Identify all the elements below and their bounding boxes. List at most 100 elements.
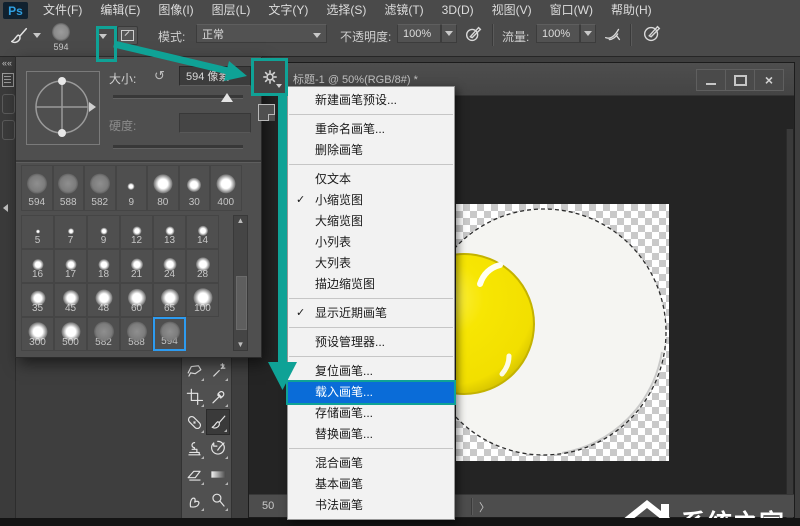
scroll-up-icon[interactable]: ▲ <box>234 216 247 226</box>
tool-preset-chevron-icon[interactable] <box>33 33 41 38</box>
brush-grid-scrollbar[interactable]: ▲ ▼ <box>233 215 248 351</box>
flyout-menu-item[interactable]: ✓ 显示近期画笔 <box>288 303 454 324</box>
maximize-button[interactable] <box>725 70 754 90</box>
brush-tool[interactable] <box>206 409 230 435</box>
gradient-tool[interactable] <box>206 461 230 487</box>
airbrush-icon[interactable] <box>602 23 624 45</box>
collapse-panels-icon[interactable]: «« <box>2 58 12 68</box>
flyout-menu-item[interactable]: 仅文本 <box>288 169 454 190</box>
menubar-item[interactable]: 图像(I) <box>149 0 202 21</box>
close-button[interactable]: × <box>754 70 783 90</box>
brush-preset[interactable]: 12 <box>120 215 153 249</box>
brush-preset[interactable]: 588 <box>52 165 84 211</box>
brush-preset[interactable]: 45 <box>54 283 87 317</box>
flyout-menu-item[interactable]: 复位画笔... <box>288 361 454 382</box>
menubar-item[interactable]: 选择(S) <box>317 0 375 21</box>
menubar-item[interactable]: 文字(Y) <box>259 0 317 21</box>
brush-preset[interactable]: 60 <box>120 283 153 317</box>
brush-preset[interactable]: 24 <box>153 249 186 283</box>
opacity-dropdown-button[interactable] <box>441 24 457 43</box>
flyout-menu-item[interactable]: ✓ 小缩览图 <box>288 190 454 211</box>
brush-preset[interactable]: 588 <box>120 317 153 351</box>
eraser-tool[interactable] <box>182 461 206 487</box>
brush-panel-menu-button[interactable] <box>251 58 288 96</box>
brush-preset[interactable]: 400 <box>210 165 242 211</box>
reset-size-icon[interactable]: ↺ <box>154 68 165 84</box>
scroll-down-icon[interactable]: ▼ <box>234 340 247 350</box>
scrollbar-thumb[interactable] <box>236 276 247 330</box>
opacity-input[interactable]: 100% <box>397 24 441 43</box>
flyout-menu-item[interactable]: 删除画笔 <box>288 140 454 161</box>
hardness-input[interactable] <box>179 113 251 133</box>
flyout-menu-item[interactable]: 替换画笔... <box>288 424 454 445</box>
pressure-opacity-icon[interactable] <box>463 23 485 45</box>
image-canvas[interactable] <box>393 204 669 461</box>
flyout-menu-item[interactable]: 大缩览图 <box>288 211 454 232</box>
flyout-menu-item[interactable]: 存储画笔... <box>288 403 454 424</box>
menubar-item[interactable]: 滤镜(T) <box>375 0 432 21</box>
dock-panel-icon[interactable] <box>2 120 15 140</box>
blend-mode-select[interactable]: 正常 <box>196 24 327 43</box>
pressure-size-icon[interactable] <box>641 23 663 45</box>
brush-preset[interactable]: 9 <box>115 165 147 211</box>
menubar-item[interactable]: 文件(F) <box>34 0 91 21</box>
brush-preset[interactable]: 21 <box>120 249 153 283</box>
menubar-item[interactable]: 帮助(H) <box>602 0 661 21</box>
clone-stamp-tool[interactable] <box>182 435 206 461</box>
brush-preset[interactable]: 28 <box>186 249 219 283</box>
brush-preset[interactable]: 30 <box>178 165 210 211</box>
brush-preset[interactable]: 100 <box>186 283 219 317</box>
flyout-menu-item[interactable]: 大列表 <box>288 253 454 274</box>
smudge-tool[interactable] <box>182 487 206 513</box>
flow-dropdown-button[interactable] <box>580 24 596 43</box>
flyout-menu-item[interactable]: 载入画笔... <box>288 382 454 403</box>
magic-wand-tool[interactable] <box>206 357 230 383</box>
history-brush-tool[interactable] <box>206 435 230 461</box>
menubar-item[interactable]: 3D(D) <box>433 0 483 21</box>
brush-preset[interactable]: 17 <box>54 249 87 283</box>
brush-preset[interactable]: 582 <box>84 165 116 211</box>
brush-preset[interactable]: 65 <box>153 283 186 317</box>
dock-panel-icon[interactable] <box>2 73 14 87</box>
flyout-menu-item[interactable]: 书法画笔 <box>288 495 454 516</box>
dodge-tool[interactable] <box>206 487 230 513</box>
brush-preset[interactable]: 35 <box>21 283 54 317</box>
dock-expand-icon[interactable] <box>3 204 8 212</box>
dock-panel-icon[interactable] <box>2 94 15 114</box>
eyedropper-tool[interactable] <box>206 383 230 409</box>
brush-preset[interactable]: 48 <box>87 283 120 317</box>
brush-preset[interactable]: 13 <box>153 215 186 249</box>
brush-preset[interactable]: 7 <box>54 215 87 249</box>
menubar-item[interactable]: 窗口(W) <box>541 0 602 21</box>
flyout-menu-item[interactable]: 小列表 <box>288 232 454 253</box>
brush-preset[interactable]: 9 <box>87 215 120 249</box>
statusbar-chevron-icon[interactable]: 〉 <box>479 499 490 515</box>
flyout-menu-item[interactable]: 预设管理器... <box>288 332 454 353</box>
brush-tool-icon[interactable] <box>8 25 30 47</box>
flyout-menu-item[interactable]: 描边缩览图 <box>288 274 454 295</box>
brush-preset[interactable]: 582 <box>87 317 120 351</box>
healing-brush-tool[interactable] <box>182 409 206 435</box>
brush-preset[interactable]: 5 <box>21 215 54 249</box>
brush-preset[interactable]: 594 <box>153 317 186 351</box>
brush-preset[interactable]: 16 <box>21 249 54 283</box>
flyout-menu-item[interactable]: 重命名画笔... <box>288 119 454 140</box>
polygonal-lasso-tool[interactable] <box>182 357 206 383</box>
brush-preset[interactable]: 594 <box>21 165 53 211</box>
brush-angle-control[interactable] <box>26 71 100 145</box>
brush-preset[interactable]: 14 <box>186 215 219 249</box>
new-preset-icon[interactable] <box>258 104 275 121</box>
brush-panel-toggle-icon[interactable] <box>117 26 138 45</box>
menubar-item[interactable]: 编辑(E) <box>91 0 149 21</box>
brush-preset[interactable]: 18 <box>87 249 120 283</box>
brush-preview[interactable] <box>52 23 70 41</box>
flyout-menu-item[interactable]: 基本画笔 <box>288 474 454 495</box>
menubar-item[interactable]: 图层(L) <box>203 0 260 21</box>
size-input[interactable]: 594 像素 <box>179 66 251 86</box>
minimize-button[interactable] <box>697 70 725 90</box>
flyout-menu-item[interactable]: 新建画笔预设... <box>288 90 454 111</box>
zoom-level-field[interactable]: 50 <box>262 500 274 512</box>
flow-input[interactable]: 100% <box>536 24 580 43</box>
brush-preset[interactable]: 80 <box>147 165 179 211</box>
size-slider-thumb[interactable] <box>221 93 233 102</box>
